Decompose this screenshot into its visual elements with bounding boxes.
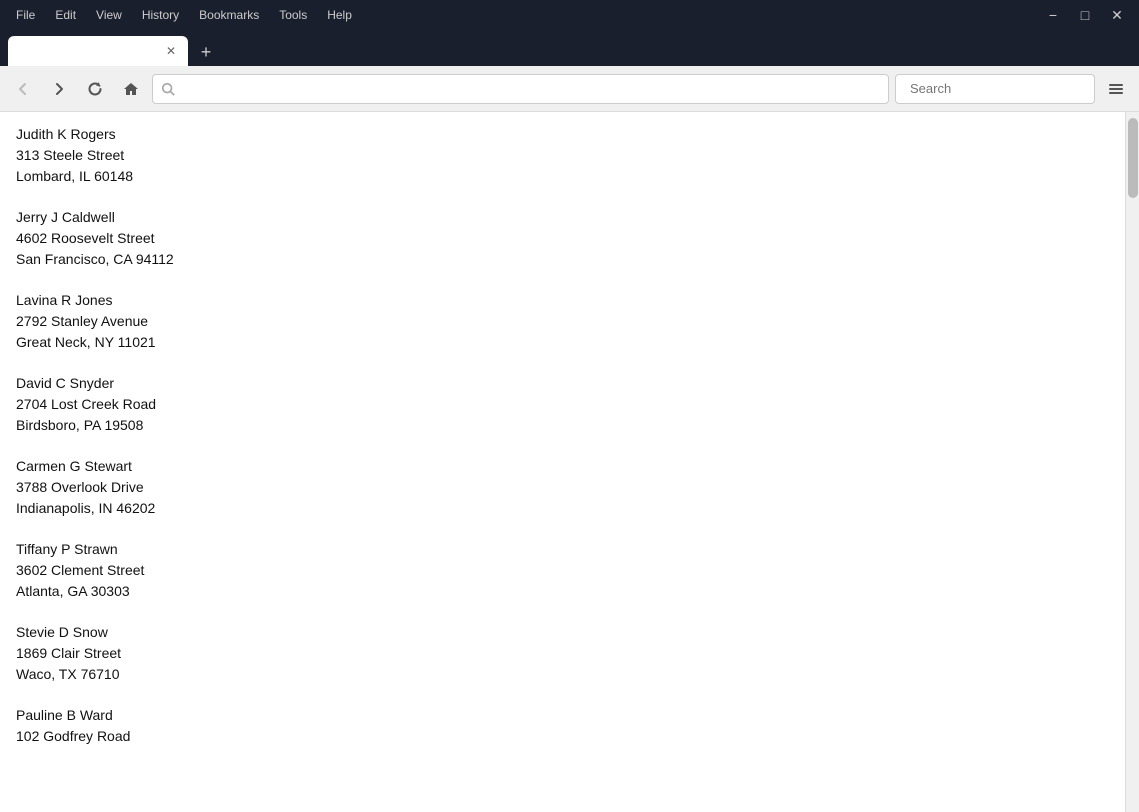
address-city: Birdsboro, PA 19508 bbox=[16, 415, 1109, 436]
window-controls: − □ ✕ bbox=[1039, 5, 1131, 25]
search-bar-container[interactable] bbox=[895, 74, 1095, 104]
address-search-icon bbox=[161, 82, 175, 96]
address-name: David C Snyder bbox=[16, 373, 1109, 394]
address-city: Waco, TX 76710 bbox=[16, 664, 1109, 685]
address-entry: Carmen G Stewart3788 Overlook DriveIndia… bbox=[16, 456, 1109, 519]
menu-view[interactable]: View bbox=[88, 4, 130, 26]
active-tab[interactable]: ✕ bbox=[8, 36, 188, 66]
address-name: Pauline B Ward bbox=[16, 705, 1109, 726]
address-name: Jerry J Caldwell bbox=[16, 207, 1109, 228]
scrollbar[interactable] bbox=[1125, 112, 1139, 812]
forward-button[interactable] bbox=[44, 74, 74, 104]
address-street: 313 Steele Street bbox=[16, 145, 1109, 166]
address-entry: David C Snyder2704 Lost Creek RoadBirdsb… bbox=[16, 373, 1109, 436]
hamburger-icon bbox=[1108, 81, 1124, 97]
address-street: 3788 Overlook Drive bbox=[16, 477, 1109, 498]
address-entry: Jerry J Caldwell4602 Roosevelt StreetSan… bbox=[16, 207, 1109, 270]
address-city: Atlanta, GA 30303 bbox=[16, 581, 1109, 602]
address-street: 2792 Stanley Avenue bbox=[16, 311, 1109, 332]
address-street: 2704 Lost Creek Road bbox=[16, 394, 1109, 415]
address-street: 102 Godfrey Road bbox=[16, 726, 1109, 747]
back-button[interactable] bbox=[8, 74, 38, 104]
address-name: Carmen G Stewart bbox=[16, 456, 1109, 477]
address-bar[interactable] bbox=[152, 74, 889, 104]
content-wrapper: Judith K Rogers313 Steele StreetLombard,… bbox=[0, 112, 1139, 812]
title-bar: File Edit View History Bookmarks Tools H… bbox=[0, 0, 1139, 30]
menu-file[interactable]: File bbox=[8, 4, 43, 26]
address-city: Lombard, IL 60148 bbox=[16, 166, 1109, 187]
menu-tools[interactable]: Tools bbox=[271, 4, 315, 26]
reload-button[interactable] bbox=[80, 74, 110, 104]
menu-bookmarks[interactable]: Bookmarks bbox=[191, 4, 267, 26]
tab-close-button[interactable]: ✕ bbox=[162, 42, 180, 60]
address-entry: Stevie D Snow1869 Clair StreetWaco, TX 7… bbox=[16, 622, 1109, 685]
address-street: 3602 Clement Street bbox=[16, 560, 1109, 581]
nav-bar bbox=[0, 66, 1139, 112]
content-area[interactable]: Judith K Rogers313 Steele StreetLombard,… bbox=[0, 112, 1125, 812]
address-street: 1869 Clair Street bbox=[16, 643, 1109, 664]
maximize-button[interactable]: □ bbox=[1071, 5, 1099, 25]
address-entry: Tiffany P Strawn3602 Clement StreetAtlan… bbox=[16, 539, 1109, 602]
menu-edit[interactable]: Edit bbox=[47, 4, 84, 26]
close-button[interactable]: ✕ bbox=[1103, 5, 1131, 25]
menu-help[interactable]: Help bbox=[319, 4, 360, 26]
menu-bar: File Edit View History Bookmarks Tools H… bbox=[8, 4, 1039, 26]
new-tab-button[interactable]: + bbox=[192, 38, 220, 66]
scrollbar-thumb[interactable] bbox=[1128, 118, 1138, 198]
menu-history[interactable]: History bbox=[134, 4, 187, 26]
minimize-button[interactable]: − bbox=[1039, 5, 1067, 25]
search-input[interactable] bbox=[910, 81, 1086, 96]
address-street: 4602 Roosevelt Street bbox=[16, 228, 1109, 249]
address-input[interactable] bbox=[181, 81, 880, 96]
address-name: Lavina R Jones bbox=[16, 290, 1109, 311]
address-entry: Lavina R Jones2792 Stanley AvenueGreat N… bbox=[16, 290, 1109, 353]
address-name: Judith K Rogers bbox=[16, 124, 1109, 145]
address-name: Tiffany P Strawn bbox=[16, 539, 1109, 560]
address-city: Indianapolis, IN 46202 bbox=[16, 498, 1109, 519]
address-entry: Judith K Rogers313 Steele StreetLombard,… bbox=[16, 124, 1109, 187]
address-city: San Francisco, CA 94112 bbox=[16, 249, 1109, 270]
tab-bar: ✕ + bbox=[0, 30, 1139, 66]
home-button[interactable] bbox=[116, 74, 146, 104]
address-entry: Pauline B Ward102 Godfrey Road bbox=[16, 705, 1109, 747]
address-name: Stevie D Snow bbox=[16, 622, 1109, 643]
hamburger-menu-button[interactable] bbox=[1101, 74, 1131, 104]
address-city: Great Neck, NY 11021 bbox=[16, 332, 1109, 353]
